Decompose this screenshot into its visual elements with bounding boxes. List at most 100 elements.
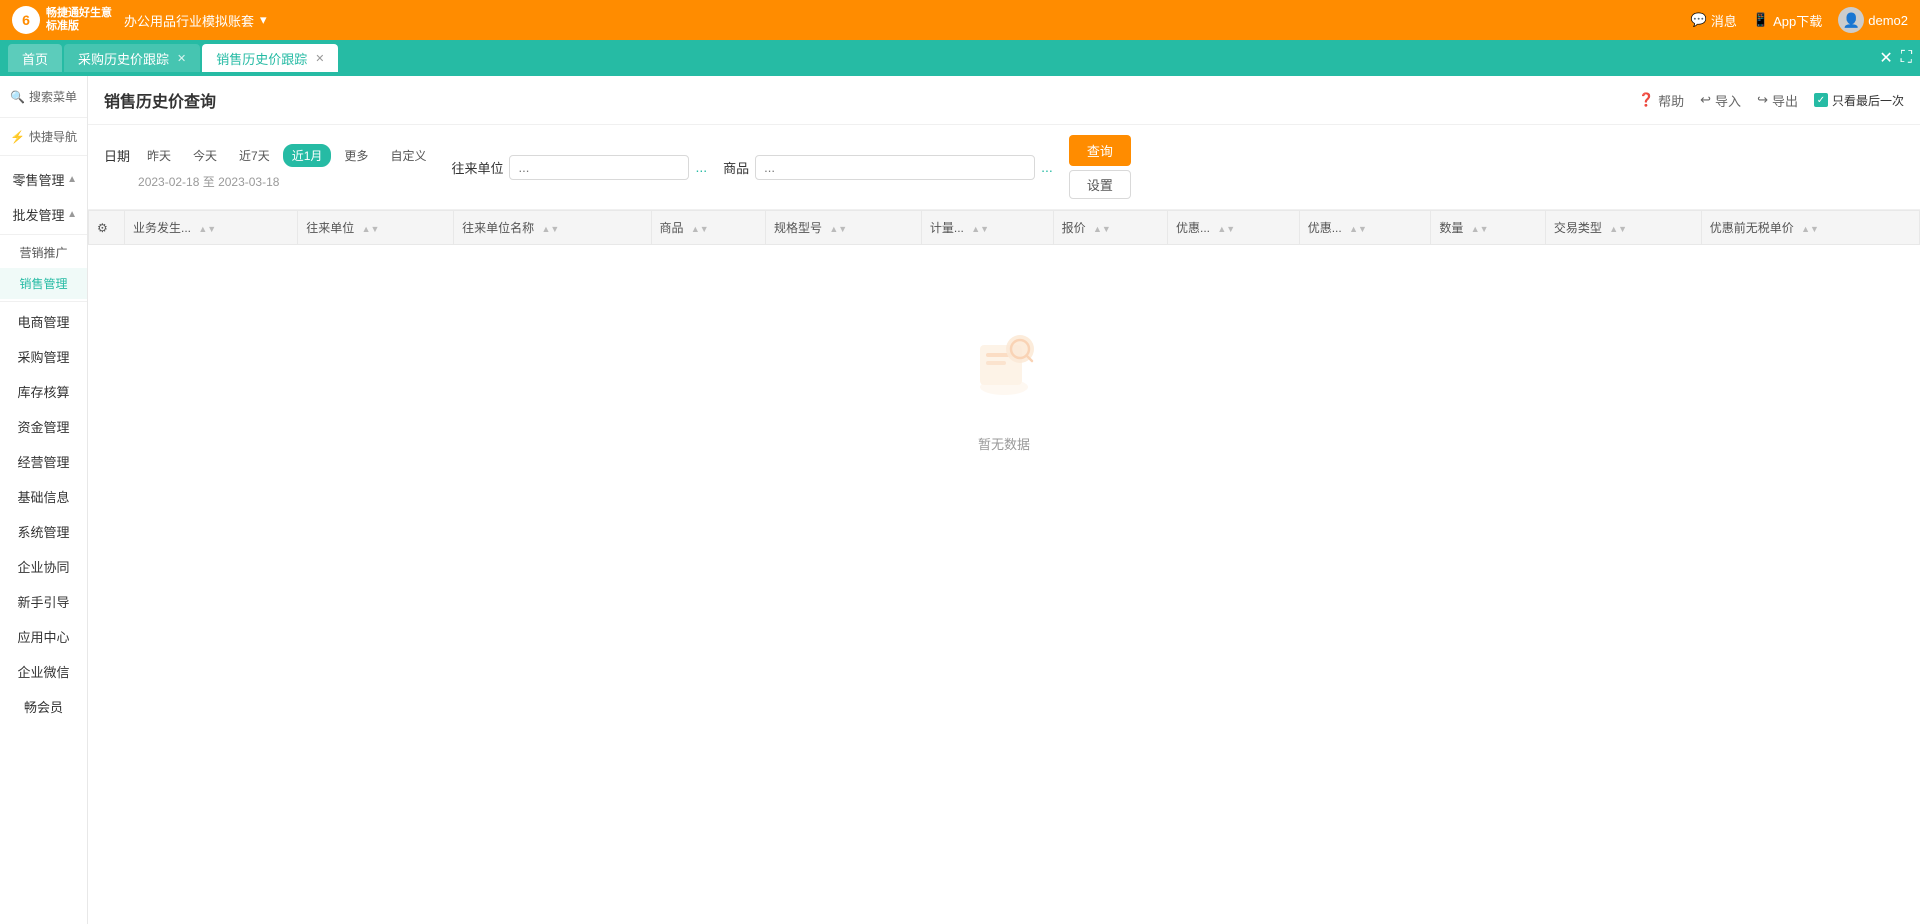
tab-sales-history-label: 销售历史价跟踪 xyxy=(216,49,307,68)
date-buttons-group: 昨天 今天 近7天 近1月 更多 自定义 2023-02-18 至 2023-0… xyxy=(138,144,435,190)
sidebar-item-retail[interactable]: 零售管理 ▲ xyxy=(0,162,87,197)
query-btn[interactable]: 查询 xyxy=(1069,135,1131,166)
table-col-unit[interactable]: 计量... ▲▼ xyxy=(921,211,1053,245)
top-bar-right: 💬 消息 📱 App下载 👤 demo2 xyxy=(1691,7,1908,33)
date-filter-group: 日期 昨天 今天 近7天 近1月 更多 自定义 2023-02-18 至 202… xyxy=(104,144,435,190)
tab-purchase-history-close[interactable]: ✕ xyxy=(177,52,186,65)
import-btn[interactable]: ↩ 导入 xyxy=(1700,91,1741,110)
table-header: ⚙ 业务发生... ▲▼ 往来单位 ▲▼ 往来单位名称 ▲▼ xyxy=(89,211,1920,245)
sidebar-item-enterprise[interactable]: 企业协同 xyxy=(0,549,87,584)
sidebar-item-purchase[interactable]: 采购管理 xyxy=(0,339,87,374)
retail-arrow-icon: ▲ xyxy=(67,174,77,185)
sidebar-item-sales-mgmt[interactable]: 销售管理 xyxy=(0,268,87,299)
export-btn[interactable]: ↪ 导出 xyxy=(1757,91,1798,110)
divider-2 xyxy=(0,301,87,302)
product-label: 商品 xyxy=(723,158,749,177)
sort-icon-discount1: ▲▼ xyxy=(1217,224,1235,234)
user-avatar-btn[interactable]: 👤 demo2 xyxy=(1838,7,1908,33)
table-col-product[interactable]: 商品 ▲▼ xyxy=(651,211,765,245)
sidebar-item-finance[interactable]: 资金管理 xyxy=(0,409,87,444)
window-title-dropdown-icon[interactable]: ▾ xyxy=(260,12,267,28)
table-col-gear[interactable]: ⚙ xyxy=(89,211,125,245)
sidebar: 🔍 搜索菜单 ⚡ 快捷导航 零售管理 ▲ 批发管理 ▲ 营销推广 销售管理 xyxy=(0,76,88,924)
logo-text: 畅捷通好生意 标准版 xyxy=(46,7,112,33)
sidebar-item-system[interactable]: 系统管理 xyxy=(0,514,87,549)
sidebar-item-ecommerce[interactable]: 电商管理 xyxy=(0,304,87,339)
messages-btn[interactable]: 💬 消息 xyxy=(1691,11,1737,30)
tab-home[interactable]: 首页 xyxy=(8,44,62,72)
date-btn-today[interactable]: 今天 xyxy=(184,144,226,167)
table-area: ⚙ 业务发生... ▲▼ 往来单位 ▲▼ 往来单位名称 ▲▼ xyxy=(88,210,1920,924)
tab-purchase-history[interactable]: 采购历史价跟踪 ✕ xyxy=(64,44,200,72)
content-area: 销售历史价查询 ❓ 帮助 ↩ 导入 ↪ 导出 ✓ 只看最后一次 xyxy=(88,76,1920,924)
logo-area: 6 畅捷通好生意 标准版 xyxy=(12,6,112,34)
table-col-counterpart-name[interactable]: 往来单位名称 ▲▼ xyxy=(454,211,651,245)
sidebar-menu-section: 零售管理 ▲ 批发管理 ▲ 营销推广 销售管理 电商管理 采购管理 库存核算 资… xyxy=(0,156,87,730)
search-icon: 🔍 xyxy=(10,90,25,104)
product-dots[interactable]: ... xyxy=(1041,159,1053,175)
date-btn-more[interactable]: 更多 xyxy=(335,144,377,167)
date-btn-custom[interactable]: 自定义 xyxy=(381,144,435,167)
tab-maximize-btn[interactable]: ⛶ xyxy=(1901,49,1912,67)
sort-icon-product: ▲▼ xyxy=(691,224,709,234)
date-btn-1month[interactable]: 近1月 xyxy=(283,144,332,167)
sidebar-item-wholesale[interactable]: 批发管理 ▲ xyxy=(0,197,87,232)
sidebar-item-operations[interactable]: 经营管理 xyxy=(0,444,87,479)
window-title: 办公用品行业模拟账套 xyxy=(124,11,254,30)
tab-sales-history-close[interactable]: ✕ xyxy=(315,52,324,65)
app-download-btn[interactable]: 📱 App下载 xyxy=(1753,11,1822,30)
filter-bar: 日期 昨天 今天 近7天 近1月 更多 自定义 2023-02-18 至 202… xyxy=(88,125,1920,210)
divider-1 xyxy=(0,234,87,235)
help-btn[interactable]: ❓ 帮助 xyxy=(1638,91,1684,110)
sidebar-item-members[interactable]: 畅会员 xyxy=(0,689,87,724)
data-table: ⚙ 业务发生... ▲▼ 往来单位 ▲▼ 往来单位名称 ▲▼ xyxy=(88,210,1920,245)
table-col-biz-date[interactable]: 业务发生... ▲▼ xyxy=(125,211,298,245)
sidebar-search-section: 🔍 搜索菜单 xyxy=(0,76,87,118)
table-col-trade-type[interactable]: 交易类型 ▲▼ xyxy=(1545,211,1701,245)
date-filter-label: 日期 xyxy=(104,144,130,165)
date-range-display: 2023-02-18 至 2023-03-18 xyxy=(138,173,435,190)
avatar: 👤 xyxy=(1838,7,1864,33)
sidebar-item-inventory[interactable]: 库存核算 xyxy=(0,374,87,409)
tab-close-all-btn[interactable]: ✕ xyxy=(1879,48,1892,68)
search-menu-btn[interactable]: 🔍 搜索菜单 xyxy=(0,84,87,109)
logo-icon: 6 xyxy=(12,6,40,34)
sort-icon-biz-date: ▲▼ xyxy=(198,224,216,234)
sort-icon-discount2: ▲▼ xyxy=(1349,224,1367,234)
tab-bar-right: ✕ ⛶ xyxy=(1879,48,1912,68)
counterpart-filter: 往来单位 ... xyxy=(451,155,707,180)
sort-icon-spec: ▲▼ xyxy=(829,224,847,234)
counterpart-input[interactable] xyxy=(509,155,689,180)
only-last-toggle[interactable]: ✓ 只看最后一次 xyxy=(1814,92,1904,109)
counterpart-dots[interactable]: ... xyxy=(695,159,707,175)
sidebar-item-basic-info[interactable]: 基础信息 xyxy=(0,479,87,514)
sidebar-item-app-center[interactable]: 应用中心 xyxy=(0,619,87,654)
settings-btn[interactable]: 设置 xyxy=(1069,170,1131,199)
empty-state: 暂无数据 xyxy=(88,245,1920,533)
sidebar-item-marketing[interactable]: 营销推广 xyxy=(0,237,87,268)
product-input[interactable] xyxy=(755,155,1035,180)
table-col-counterpart-code[interactable]: 往来单位 ▲▼ xyxy=(298,211,454,245)
tab-purchase-history-label: 采购历史价跟踪 xyxy=(78,49,169,68)
sidebar-item-wechat[interactable]: 企业微信 xyxy=(0,654,87,689)
table-col-quote[interactable]: 报价 ▲▼ xyxy=(1053,211,1167,245)
table-col-discount1[interactable]: 优惠... ▲▼ xyxy=(1168,211,1300,245)
table-col-spec[interactable]: 规格型号 ▲▼ xyxy=(765,211,921,245)
page-actions: ❓ 帮助 ↩ 导入 ↪ 导出 ✓ 只看最后一次 xyxy=(1638,91,1904,110)
quick-nav-btn[interactable]: ⚡ 快捷导航 xyxy=(0,124,87,149)
only-last-checkbox: ✓ xyxy=(1814,93,1828,107)
tab-sales-history[interactable]: 销售历史价跟踪 ✕ xyxy=(202,44,338,72)
table-col-qty[interactable]: 数量 ▲▼ xyxy=(1431,211,1545,245)
date-btn-7days[interactable]: 近7天 xyxy=(230,144,279,167)
window-title-area: 办公用品行业模拟账套 ▾ xyxy=(124,11,1679,30)
table-col-discount2[interactable]: 优惠... ▲▼ xyxy=(1299,211,1431,245)
empty-text: 暂无数据 xyxy=(978,434,1030,453)
tab-home-label: 首页 xyxy=(22,49,48,68)
sort-icon-quote: ▲▼ xyxy=(1093,224,1111,234)
table-col-pretax-price[interactable]: 优惠前无税单价 ▲▼ xyxy=(1701,211,1919,245)
sort-icon-counterpart-code: ▲▼ xyxy=(362,224,380,234)
sort-icon-pretax-price: ▲▼ xyxy=(1801,224,1819,234)
date-btn-yesterday[interactable]: 昨天 xyxy=(138,144,180,167)
sidebar-item-guide[interactable]: 新手引导 xyxy=(0,584,87,619)
sort-icon-trade-type: ▲▼ xyxy=(1609,224,1627,234)
